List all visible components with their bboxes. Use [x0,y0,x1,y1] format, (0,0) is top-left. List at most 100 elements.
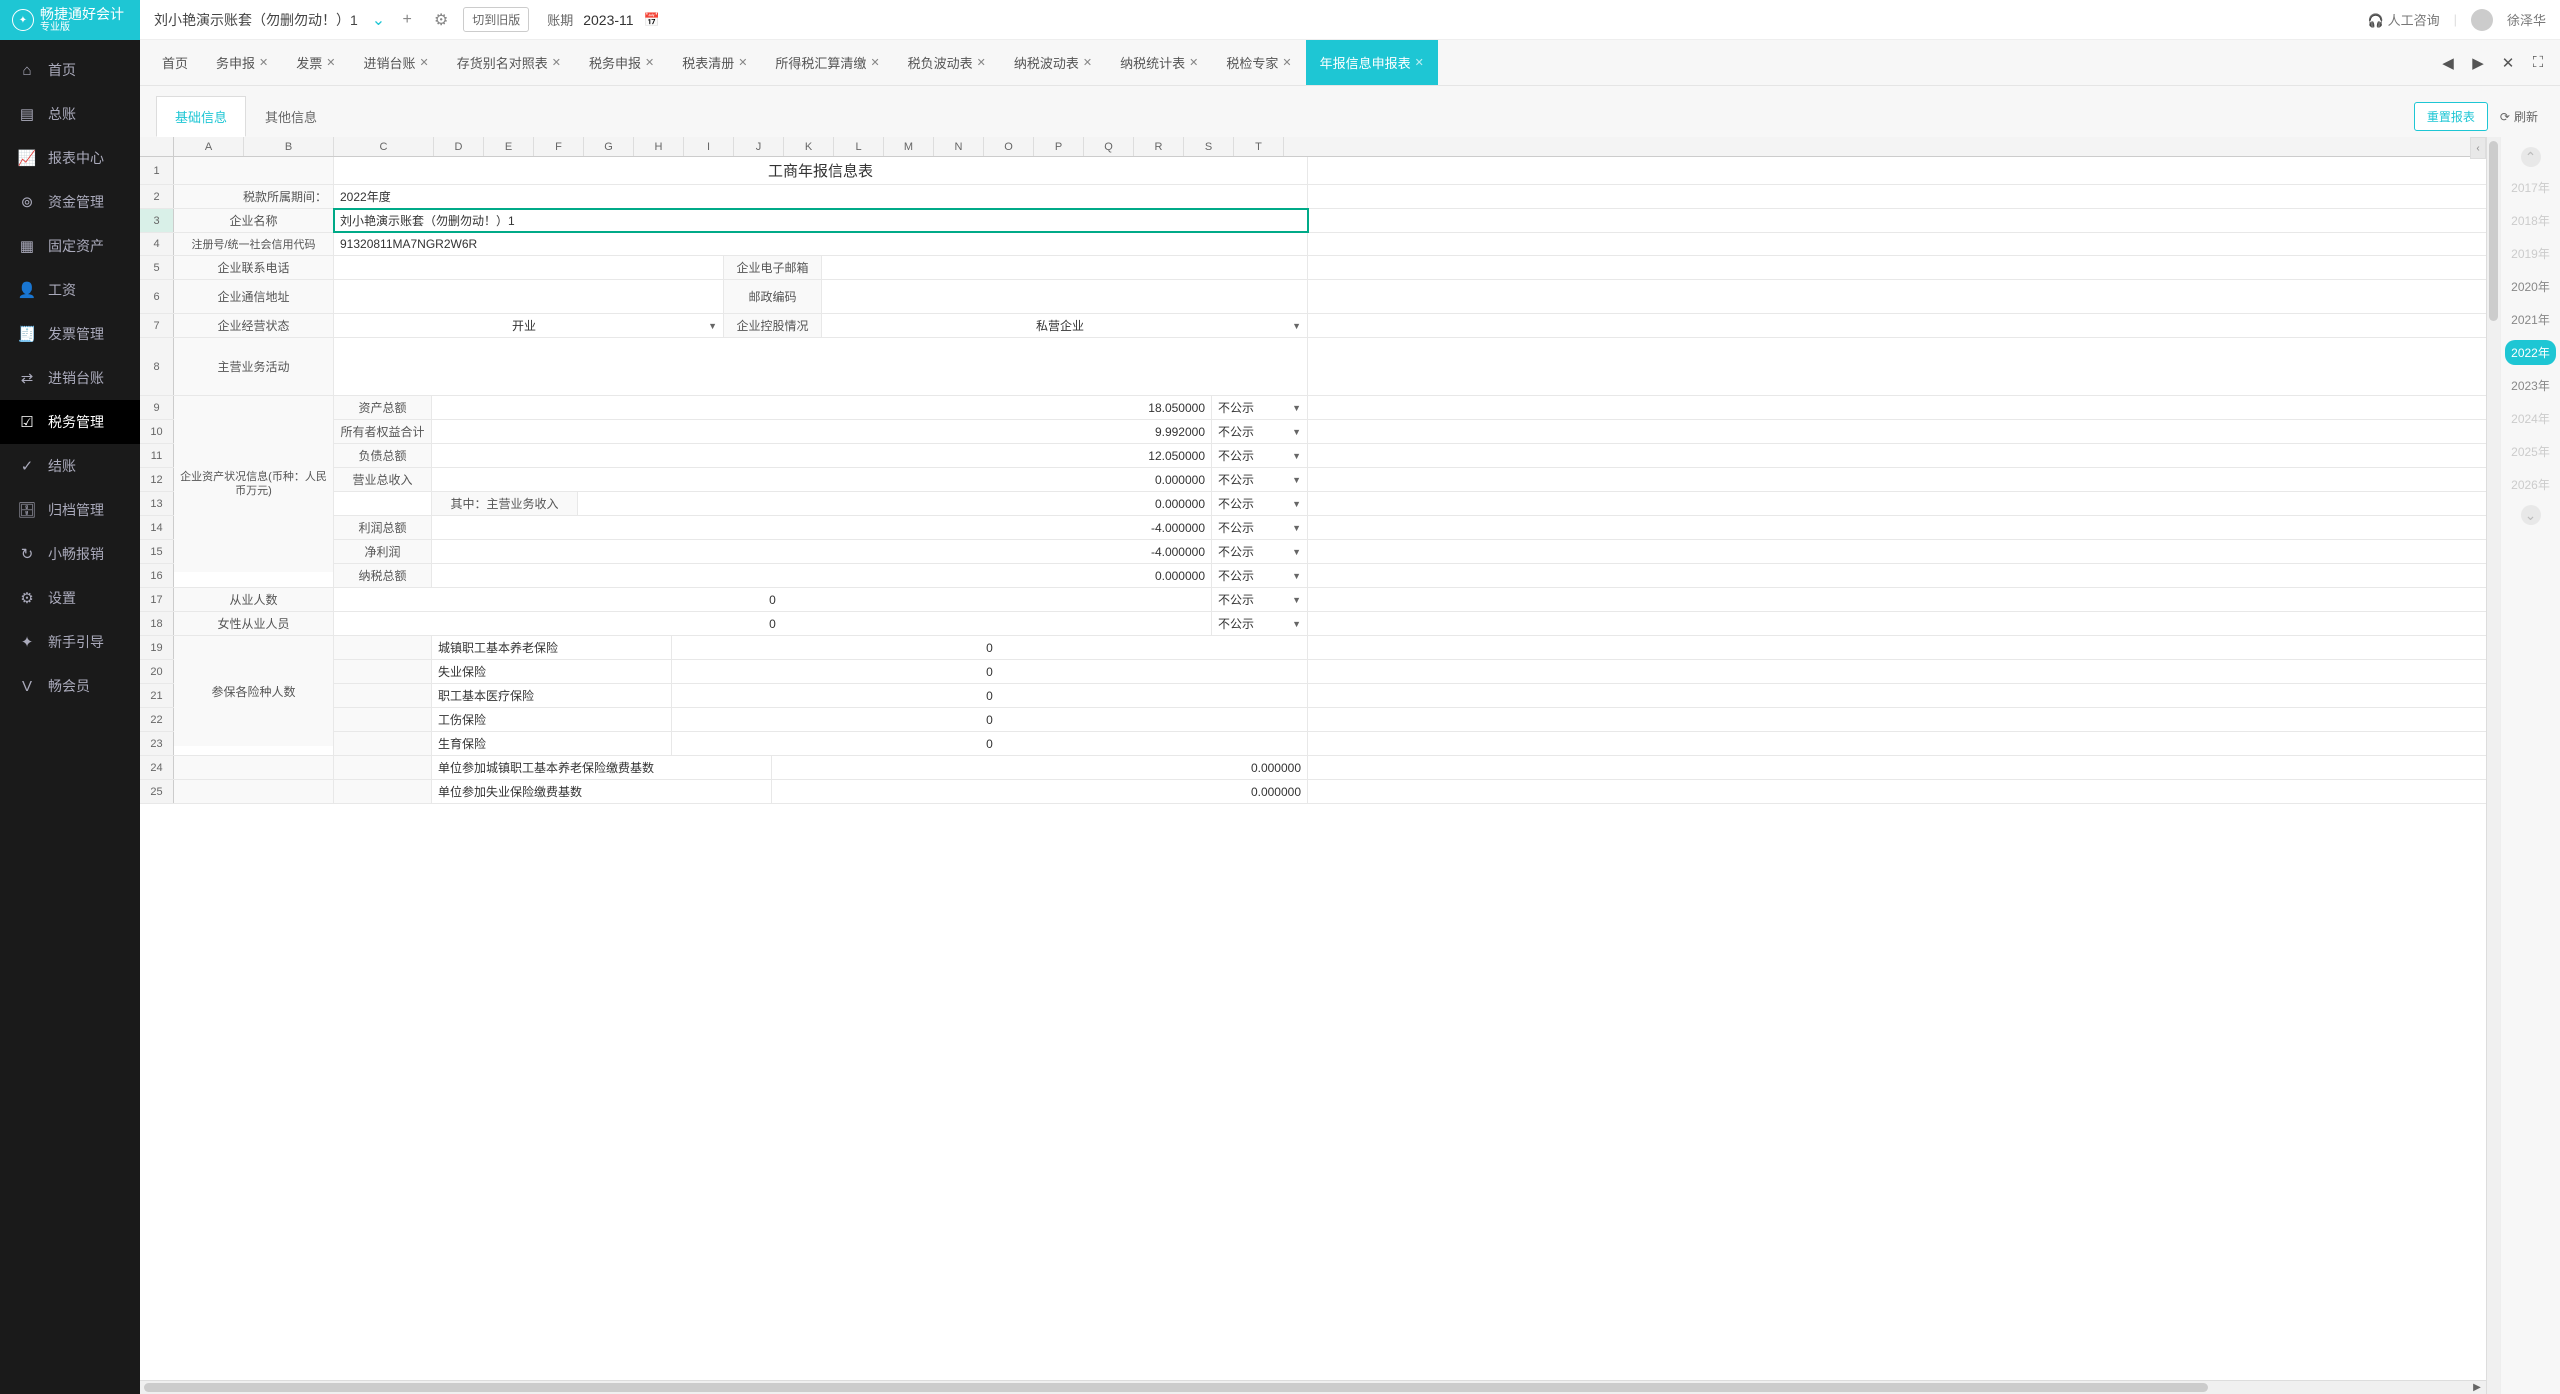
sidebar-item-2[interactable]: 📈报表中心 [0,136,140,180]
tab-9[interactable]: 纳税波动表✕ [1000,40,1106,85]
col-head-L[interactable]: L [834,137,884,156]
year-down-icon[interactable]: ⌄ [2521,505,2541,525]
row-head-15[interactable]: 15 [140,540,174,563]
add-button[interactable]: + [395,8,419,32]
sidebar-item-1[interactable]: ▤总账 [0,92,140,136]
corner-cell[interactable] [140,137,174,156]
horizontal-scrollbar[interactable]: ▶ [140,1380,2486,1394]
year-2024年[interactable]: 2024年 [2505,406,2556,431]
base-value[interactable]: 0.000000 [772,780,1308,803]
year-2023年[interactable]: 2023年 [2505,373,2556,398]
tab-4[interactable]: 存货别名对照表✕ [443,40,575,85]
insur-value[interactable]: 0 [672,708,1308,731]
post-value[interactable] [822,280,1308,313]
pub-dropdown[interactable]: 不公示▼ [1212,468,1308,491]
addr-value[interactable] [334,280,724,313]
col-head-Q[interactable]: Q [1084,137,1134,156]
year-2019年[interactable]: 2019年 [2505,241,2556,266]
chevron-down-icon[interactable]: ⌄ [372,10,385,30]
year-2017年[interactable]: 2017年 [2505,175,2556,200]
close-icon[interactable]: ✕ [645,56,654,69]
col-head-C[interactable]: C [334,137,434,156]
close-icon[interactable]: ✕ [1282,56,1291,69]
col-head-H[interactable]: H [634,137,684,156]
fin-value[interactable]: -4.000000 [432,540,1212,563]
pub-dropdown[interactable]: 不公示▼ [1212,540,1308,563]
col-head-D[interactable]: D [434,137,484,156]
gear-icon[interactable]: ⚙ [429,8,453,32]
row-head-10[interactable]: 10 [140,420,174,443]
row-head-18[interactable]: 18 [140,612,174,635]
vertical-scrollbar[interactable] [2486,137,2500,1394]
col-head-B[interactable]: B [244,137,334,156]
sidebar-item-10[interactable]: 🗄归档管理 [0,488,140,532]
row-head-12[interactable]: 12 [140,468,174,491]
scroll-right-icon[interactable]: ▶ [2470,1381,2484,1394]
user-name[interactable]: 徐泽华 [2507,10,2546,29]
pub-dropdown[interactable]: 不公示▼ [1212,516,1308,539]
close-icon[interactable]: ✕ [420,56,429,69]
row-head-6[interactable]: 6 [140,280,174,313]
fin-value[interactable]: 0.000000 [432,564,1212,587]
subtab-other[interactable]: 其他信息 [246,96,336,137]
close-icon[interactable]: ✕ [1189,56,1198,69]
close-icon[interactable]: ✕ [738,56,747,69]
sidebar-item-7[interactable]: ⇄进销台账 [0,356,140,400]
close-icon[interactable]: ✕ [552,56,561,69]
col-head-G[interactable]: G [584,137,634,156]
row-head-21[interactable]: 21 [140,684,174,707]
row-head-25[interactable]: 25 [140,780,174,803]
year-2025年[interactable]: 2025年 [2505,439,2556,464]
phone-value[interactable] [334,256,724,279]
holding-dropdown[interactable]: 私营企业▼ [822,314,1308,337]
col-head-K[interactable]: K [784,137,834,156]
tab-prev-icon[interactable]: ◀ [2434,49,2462,77]
fin-value[interactable]: 9.992000 [432,420,1212,443]
period-value[interactable]: 2022年度 [334,185,1308,208]
tab-1[interactable]: 务申报✕ [202,40,282,85]
avatar-icon[interactable] [2471,9,2493,31]
sidebar-item-8[interactable]: ☑税务管理 [0,400,140,444]
year-2021年[interactable]: 2021年 [2505,307,2556,332]
row-head-14[interactable]: 14 [140,516,174,539]
calendar-icon[interactable]: 📅 [644,12,660,28]
emp-value[interactable]: 0 [334,588,1212,611]
sidebar-item-5[interactable]: 👤工资 [0,268,140,312]
collapse-handle-icon[interactable]: ‹ [2470,137,2486,159]
sidebar-item-13[interactable]: ✦新手引导 [0,620,140,664]
email-value[interactable] [822,256,1308,279]
pub-dropdown[interactable]: 不公示▼ [1212,564,1308,587]
year-2020年[interactable]: 2020年 [2505,274,2556,299]
reg-value[interactable]: 91320811MA7NGR2W6R [334,233,1308,255]
tab-5[interactable]: 税务申报✕ [575,40,668,85]
col-head-F[interactable]: F [534,137,584,156]
insur-value[interactable]: 0 [672,660,1308,683]
pub-dropdown[interactable]: 不公示▼ [1212,588,1308,611]
pub-dropdown[interactable]: 不公示▼ [1212,396,1308,419]
col-head-O[interactable]: O [984,137,1034,156]
row-head-5[interactable]: 5 [140,256,174,279]
close-icon[interactable]: ✕ [977,56,986,69]
close-icon[interactable]: ✕ [870,56,879,69]
year-up-icon[interactable]: ⌃ [2521,147,2541,167]
row-head-8[interactable]: 8 [140,338,174,395]
pub-dropdown[interactable]: 不公示▼ [1212,492,1308,515]
row-head-13[interactable]: 13 [140,492,174,515]
year-2026年[interactable]: 2026年 [2505,472,2556,497]
sidebar-item-9[interactable]: ✓结账 [0,444,140,488]
sidebar-item-4[interactable]: ▦固定资产 [0,224,140,268]
account-select[interactable]: 刘小艳演示账套（勿删勿动！）1 [154,6,358,34]
row-head-7[interactable]: 7 [140,314,174,337]
tab-2[interactable]: 发票✕ [282,40,349,85]
row-head-23[interactable]: 23 [140,732,174,755]
fullscreen-icon[interactable]: ⛶ [2524,49,2552,77]
tab-10[interactable]: 纳税统计表✕ [1106,40,1212,85]
consult-link[interactable]: 🎧 人工咨询 [2368,10,2440,29]
row-head-2[interactable]: 2 [140,185,174,208]
pub-dropdown[interactable]: 不公示▼ [1212,420,1308,443]
row-head-16[interactable]: 16 [140,564,174,587]
col-head-P[interactable]: P [1034,137,1084,156]
row-head-4[interactable]: 4 [140,233,174,255]
insur-value[interactable]: 0 [672,732,1308,755]
close-icon[interactable]: ✕ [326,56,335,69]
